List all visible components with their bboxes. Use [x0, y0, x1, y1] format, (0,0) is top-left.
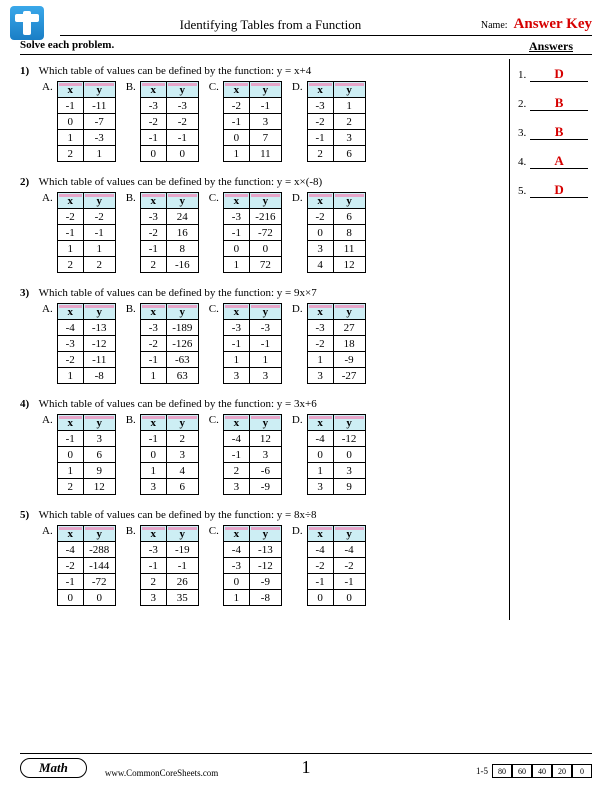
- value-table: xy-4-4-2-2-1-100: [307, 525, 366, 606]
- name-line: Name: Answer Key: [481, 16, 592, 33]
- value-table: xy-1-110-71-321: [57, 81, 116, 162]
- answers-heading: Answers: [510, 39, 592, 54]
- score-box: 20: [552, 764, 572, 778]
- option-label: D.: [292, 525, 303, 537]
- question-text: Which table of values can be defined by …: [39, 176, 323, 188]
- option-label: C.: [209, 414, 219, 426]
- source-url: www.CommonCoreSheets.com: [105, 768, 218, 778]
- footer: Math www.CommonCoreSheets.com 1 1-5 8060…: [20, 753, 592, 778]
- answer-line: 1. D: [518, 67, 588, 82]
- problem: 5) Which table of values can be defined …: [20, 509, 503, 606]
- score-label: 1-5: [476, 766, 488, 776]
- option-label: C.: [209, 192, 219, 204]
- option-label: D.: [292, 303, 303, 315]
- option-label: A.: [42, 525, 53, 537]
- score-box: 80: [492, 764, 512, 778]
- option-label: B.: [126, 525, 136, 537]
- answer-line: 2. B: [518, 96, 588, 111]
- worksheet-page: Identifying Tables from a Function Name:…: [0, 0, 612, 792]
- value-table: xy-3-3-2-2-1-100: [140, 81, 199, 162]
- answer-value: A: [530, 154, 588, 169]
- answer-line: 4. A: [518, 154, 588, 169]
- problem: 1) Which table of values can be defined …: [20, 65, 503, 162]
- answer-value: D: [530, 67, 588, 82]
- answer-value: B: [530, 96, 588, 111]
- value-table: xy-4-288-2-144-1-7200: [57, 525, 116, 606]
- name-label: Name:: [481, 20, 508, 31]
- options-row: A. xy-2-2-1-11122B. xy-324-216-182-16C. …: [40, 192, 503, 273]
- option-label: B.: [126, 303, 136, 315]
- value-table: xy-2608311412: [307, 192, 366, 273]
- option-label: D.: [292, 81, 303, 93]
- option-label: D.: [292, 414, 303, 426]
- main-content: 1) Which table of values can be defined …: [20, 59, 592, 620]
- value-table: xy-324-216-182-16: [140, 192, 199, 273]
- value-table: xy-3-19-1-1226335: [140, 525, 199, 606]
- problem: 2) Which table of values can be defined …: [20, 176, 503, 273]
- answer-line: 3. B: [518, 125, 588, 140]
- page-number: 1: [302, 757, 311, 778]
- answer-number: 5.: [518, 185, 526, 197]
- value-table: xy-3-216-1-7200172: [223, 192, 282, 273]
- page-title: Identifying Tables from a Function: [60, 17, 481, 33]
- site-logo: [10, 6, 44, 40]
- value-table: xy-4-13-3-120-91-8: [223, 525, 282, 606]
- score-box: 60: [512, 764, 532, 778]
- option-label: D.: [292, 192, 303, 204]
- value-table: xy-12031436: [140, 414, 199, 495]
- answer-line: 5. D: [518, 183, 588, 198]
- value-table: xy-412-132-63-9: [223, 414, 282, 495]
- value-table: xy-327-2181-93-27: [307, 303, 366, 384]
- answer-value: B: [530, 125, 588, 140]
- question-text: Which table of values can be defined by …: [39, 509, 317, 521]
- option-label: A.: [42, 414, 53, 426]
- answer-value: D: [530, 183, 588, 198]
- option-label: A.: [42, 81, 53, 93]
- option-label: A.: [42, 303, 53, 315]
- subheader: Solve each problem. Answers: [20, 39, 592, 55]
- score-box: 40: [532, 764, 552, 778]
- options-row: A. xy-1-110-71-321B. xy-3-3-2-2-1-100C. …: [40, 81, 503, 162]
- value-table: xy-2-2-1-11122: [57, 192, 116, 273]
- subject-badge: Math: [20, 758, 87, 778]
- question-text: Which table of values can be defined by …: [39, 287, 317, 299]
- answers-column: 1. D 2. B 3. B 4. A 5. D: [510, 59, 592, 620]
- question-number: 1): [20, 65, 36, 77]
- header: Identifying Tables from a Function Name:…: [60, 14, 592, 36]
- value-table: xy-3-3-1-11133: [223, 303, 282, 384]
- option-label: A.: [42, 192, 53, 204]
- value-table: xy-3-189-2-126-1-63163: [140, 303, 199, 384]
- options-row: A. xy-4-288-2-144-1-7200 B. xy-3-19-1-122…: [40, 525, 503, 606]
- options-row: A. xy-130619212 B. xy-12031436 C. xy-412-1…: [40, 414, 503, 495]
- question-number: 2): [20, 176, 36, 188]
- question-text: Which table of values can be defined by …: [39, 398, 317, 410]
- value-table: xy-31-22-1326: [307, 81, 366, 162]
- value-table: xy-2-1-1307111: [223, 81, 282, 162]
- answer-key-label: Answer Key: [514, 16, 592, 33]
- answer-number: 1.: [518, 69, 526, 81]
- option-label: B.: [126, 81, 136, 93]
- options-row: A. xy-4-13-3-12-2-111-8 B. xy-3-189-2-126…: [40, 303, 503, 384]
- option-label: C.: [209, 81, 219, 93]
- problem: 4) Which table of values can be defined …: [20, 398, 503, 495]
- option-label: B.: [126, 192, 136, 204]
- question-number: 3): [20, 287, 36, 299]
- answer-number: 3.: [518, 127, 526, 139]
- score-box: 0: [572, 764, 592, 778]
- instructions: Solve each problem.: [20, 39, 510, 54]
- option-label: C.: [209, 525, 219, 537]
- question-text: Which table of values can be defined by …: [39, 65, 312, 77]
- value-table: xy-4-13-3-12-2-111-8: [57, 303, 116, 384]
- question-number: 5): [20, 509, 36, 521]
- value-table: xy-130619212: [57, 414, 116, 495]
- answer-number: 2.: [518, 98, 526, 110]
- question-number: 4): [20, 398, 36, 410]
- value-table: xy-4-12001339: [307, 414, 366, 495]
- score-strip: 1-5 806040200: [476, 764, 592, 778]
- option-label: B.: [126, 414, 136, 426]
- problem: 3) Which table of values can be defined …: [20, 287, 503, 384]
- questions-column: 1) Which table of values can be defined …: [20, 59, 510, 620]
- answer-number: 4.: [518, 156, 526, 168]
- option-label: C.: [209, 303, 219, 315]
